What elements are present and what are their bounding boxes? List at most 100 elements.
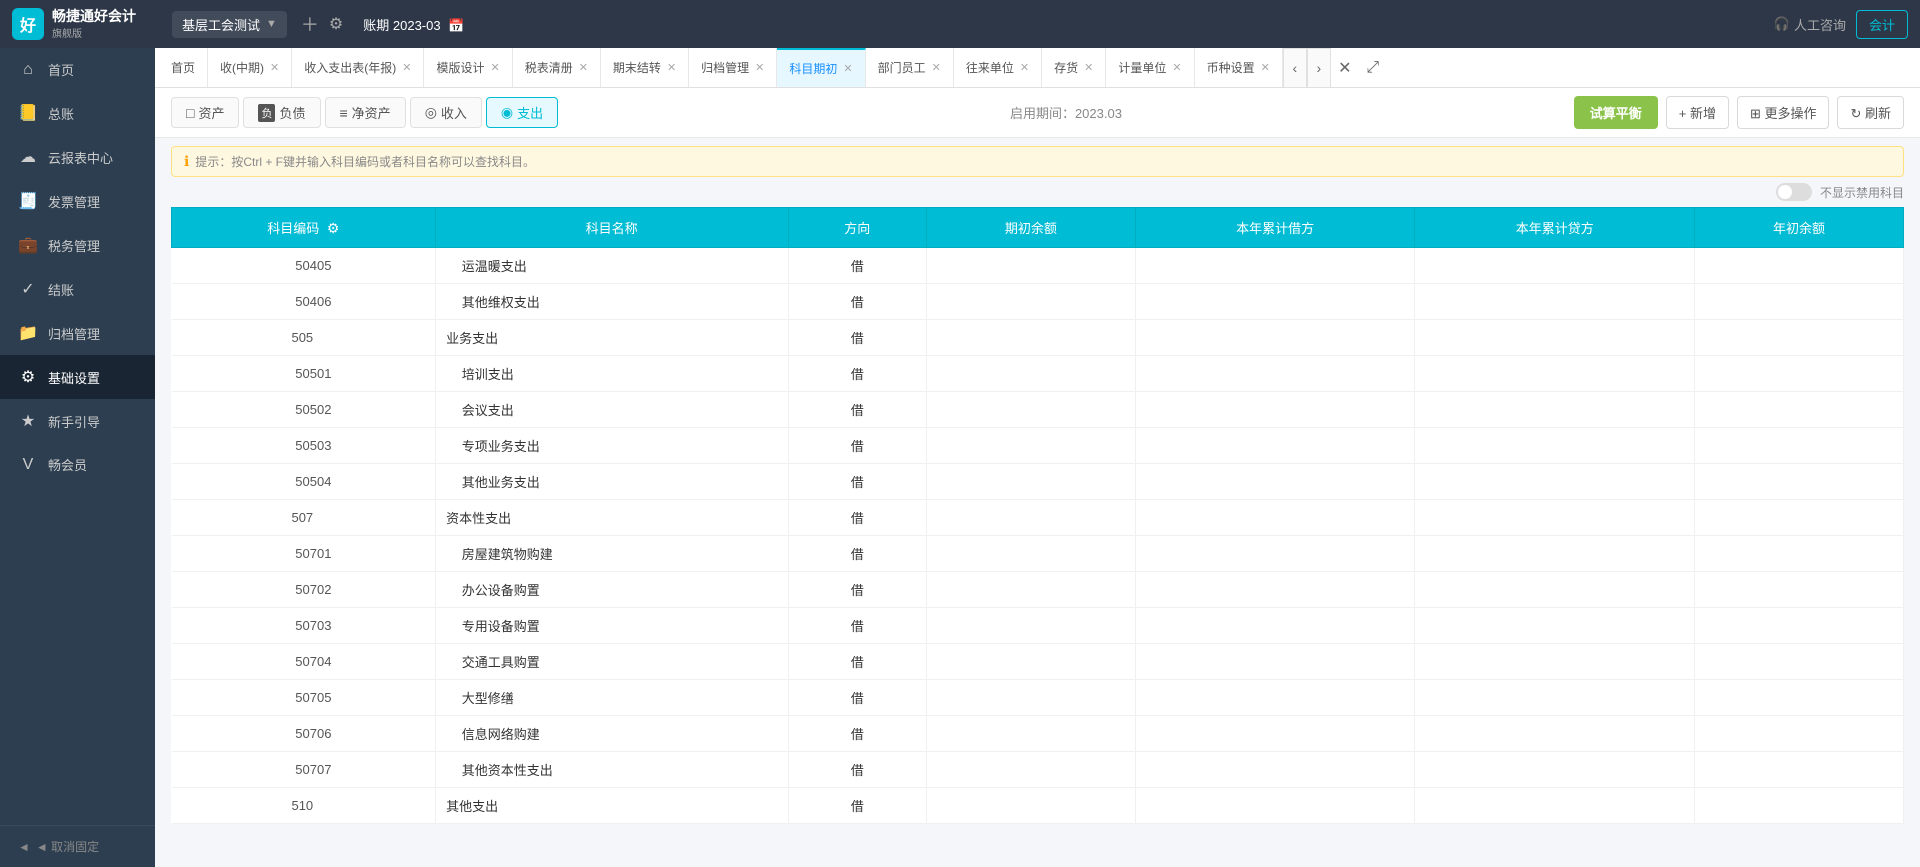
cell-balance — [926, 680, 1135, 716]
tab-archive-mgmt[interactable]: 归档管理 ✕ — [689, 48, 777, 88]
cell-balance — [926, 536, 1135, 572]
sidebar-item-guide[interactable]: ★ 新手引导 — [0, 399, 155, 443]
sidebar-item-home[interactable]: ⌂ 首页 — [0, 48, 155, 91]
table-row[interactable]: 50707 其他资本性支出 借 — [172, 752, 1904, 788]
table-row[interactable]: 507 资本性支出 借 — [172, 500, 1904, 536]
table-row[interactable]: 50705 大型修缮 借 — [172, 680, 1904, 716]
table-row[interactable]: 50702 办公设备购置 借 — [172, 572, 1904, 608]
tab-label-period-end: 期末结转 — [613, 59, 661, 76]
tab-expand-button[interactable]: ⤢ — [1359, 48, 1387, 88]
table-row[interactable]: 50706 信息网络购建 借 — [172, 716, 1904, 752]
tab-close-balance-mid[interactable]: ✕ — [270, 61, 279, 74]
tab-close-dept-staff[interactable]: ✕ — [932, 61, 941, 74]
account-button[interactable]: 会计 — [1856, 10, 1908, 39]
tab-balance-mid[interactable]: 收(中期) ✕ — [208, 48, 292, 88]
cell-credit-ytd — [1415, 680, 1695, 716]
table-row[interactable]: 50703 专用设备购置 借 — [172, 608, 1904, 644]
tab-counterpart[interactable]: 往来单位 ✕ — [954, 48, 1042, 88]
tab-close-tax-clear[interactable]: ✕ — [579, 61, 588, 74]
tab-close-period-end[interactable]: ✕ — [667, 61, 676, 74]
cell-debit-ytd — [1135, 752, 1415, 788]
balance-button[interactable]: 试算平衡 — [1574, 96, 1658, 129]
company-selector[interactable]: 基层工会测试 ▼ — [172, 11, 287, 38]
tab-close-template[interactable]: ✕ — [490, 61, 499, 74]
content-area: 首页 收(中期) ✕ 收入支出表(年报) ✕ 模版设计 ✕ 税表清册 ✕ 期末结… — [155, 48, 1920, 867]
table-row[interactable]: 50503 专项业务支出 借 — [172, 428, 1904, 464]
tab-period-init[interactable]: 科目期初 ✕ — [777, 48, 865, 88]
sidebar-item-vip[interactable]: V 畅会员 — [0, 443, 155, 486]
table-row[interactable]: 505 业务支出 借 — [172, 320, 1904, 356]
tab-close-inventory[interactable]: ✕ — [1084, 61, 1093, 74]
sidebar-item-invoice[interactable]: 🧾 发票管理 — [0, 179, 155, 223]
sidebar-item-reports[interactable]: ☁ 云报表中心 — [0, 135, 155, 179]
table-row[interactable]: 510 其他支出 借 — [172, 788, 1904, 824]
tab-close-income-year[interactable]: ✕ — [402, 61, 411, 74]
table-row[interactable]: 50406 其他维权支出 借 — [172, 284, 1904, 320]
help-button[interactable]: 🎧 人工咨询 — [1774, 15, 1846, 34]
col-header-balance: 期初余额 — [926, 208, 1135, 248]
add-company-icon[interactable]: ＋ — [301, 11, 319, 37]
tab-income-year[interactable]: 收入支出表(年报) ✕ — [292, 48, 424, 88]
cell-direction: 借 — [788, 284, 926, 320]
sub-tab-asset[interactable]: □ 资产 — [171, 97, 239, 128]
tab-close-measure-unit[interactable]: ✕ — [1172, 61, 1181, 74]
sub-tab-expense[interactable]: ◉ 支出 — [486, 97, 558, 128]
cell-name: 资本性支出 — [435, 500, 788, 536]
table-row[interactable]: 50405 运温暖支出 借 — [172, 248, 1904, 284]
tab-measure-unit[interactable]: 计量单位 ✕ — [1106, 48, 1194, 88]
table-row[interactable]: 50701 房屋建筑物购建 借 — [172, 536, 1904, 572]
sub-tab-income[interactable]: ◎ 收入 — [410, 97, 482, 128]
new-button[interactable]: + 新增 — [1666, 96, 1729, 129]
sidebar-item-ledger[interactable]: 📒 总账 — [0, 91, 155, 135]
cell-name: 业务支出 — [435, 320, 788, 356]
tab-label-inventory: 存货 — [1054, 59, 1078, 76]
tab-template[interactable]: 模版设计 ✕ — [424, 48, 512, 88]
sub-tab-liability[interactable]: 负 负债 — [243, 97, 320, 128]
toggle-disabled-accounts[interactable] — [1776, 183, 1812, 201]
sidebar-collapse-button[interactable]: ◄ ◄ 取消固定 — [0, 825, 155, 867]
tab-close-period-init[interactable]: ✕ — [843, 62, 852, 75]
cell-name: 会议支出 — [435, 392, 788, 428]
refresh-button[interactable]: ↻ 刷新 — [1837, 96, 1904, 129]
tab-currency[interactable]: 币种设置 ✕ — [1195, 48, 1283, 88]
cell-debit-ytd — [1135, 284, 1415, 320]
more-button[interactable]: ⊞ 更多操作 — [1737, 96, 1830, 129]
tab-home[interactable]: 首页 — [159, 48, 208, 88]
toggle-knob — [1778, 185, 1792, 199]
tab-label-dept-staff: 部门员工 — [878, 59, 926, 76]
tab-period-end[interactable]: 期末结转 ✕ — [601, 48, 689, 88]
table-row[interactable]: 50502 会议支出 借 — [172, 392, 1904, 428]
chevron-down-icon: ▼ — [266, 18, 277, 30]
sub-tab-label-income: 收入 — [441, 103, 467, 122]
settings-icon[interactable]: ⚙ — [329, 14, 343, 34]
cell-credit-ytd — [1415, 248, 1695, 284]
tab-close-all-button[interactable]: ✕ — [1331, 48, 1359, 88]
tab-close-counterpart[interactable]: ✕ — [1020, 61, 1029, 74]
sidebar-label-tax: 税务管理 — [48, 236, 100, 255]
column-settings-icon[interactable]: ⚙ — [327, 220, 340, 236]
tab-close-currency[interactable]: ✕ — [1261, 61, 1270, 74]
calendar-icon[interactable]: 📅 — [448, 18, 464, 33]
tab-inventory[interactable]: 存货 ✕ — [1042, 48, 1106, 88]
sidebar-item-archive[interactable]: 📁 归档管理 — [0, 311, 155, 355]
sidebar-item-settle[interactable]: ✓ 结账 — [0, 267, 155, 311]
period-label: 账期 2023-03 📅 — [363, 15, 464, 34]
table-row[interactable]: 50504 其他业务支出 借 — [172, 464, 1904, 500]
sidebar-label-archive: 归档管理 — [48, 324, 100, 343]
table-row[interactable]: 50501 培训支出 借 — [172, 356, 1904, 392]
tab-tax-clear[interactable]: 税表清册 ✕ — [513, 48, 601, 88]
cell-ytd-balance — [1694, 356, 1903, 392]
cell-credit-ytd — [1415, 320, 1695, 356]
sub-tab-label-net-asset: 净资产 — [352, 103, 391, 122]
tab-label-currency: 币种设置 — [1207, 59, 1255, 76]
tab-nav-next[interactable]: › — [1307, 48, 1331, 88]
sidebar-item-settings[interactable]: ⚙ 基础设置 — [0, 355, 155, 399]
table-row[interactable]: 50704 交通工具购置 借 — [172, 644, 1904, 680]
sub-tab-net-asset[interactable]: ≡ 净资产 — [325, 97, 406, 128]
cell-direction: 借 — [788, 680, 926, 716]
cell-credit-ytd — [1415, 356, 1695, 392]
tab-dept-staff[interactable]: 部门员工 ✕ — [866, 48, 954, 88]
tab-close-archive-mgmt[interactable]: ✕ — [755, 61, 764, 74]
tab-nav-prev[interactable]: ‹ — [1283, 48, 1307, 88]
sidebar-item-tax[interactable]: 💼 税务管理 — [0, 223, 155, 267]
